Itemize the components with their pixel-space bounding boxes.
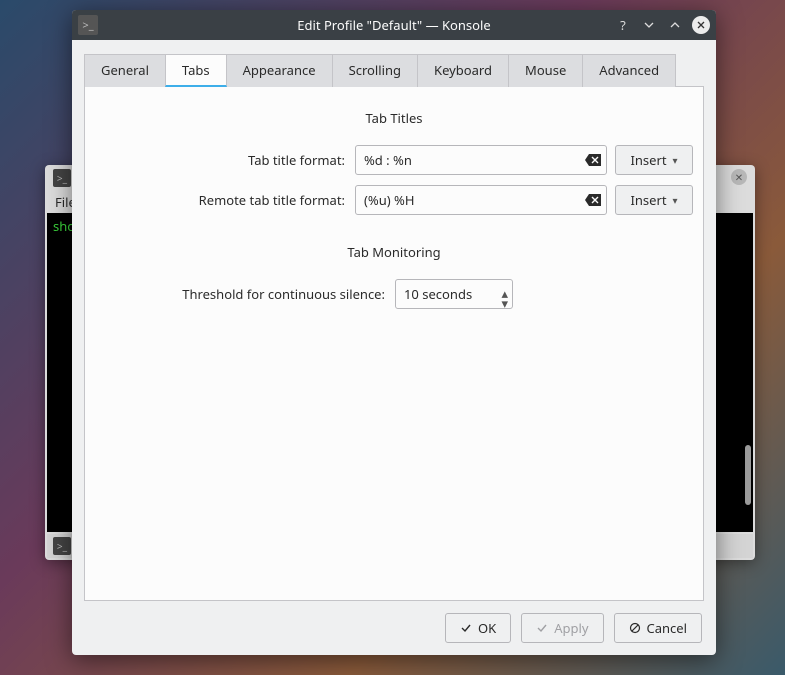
chevron-down-icon: ▾ bbox=[673, 153, 678, 167]
section-title-tab-monitoring: Tab Monitoring bbox=[95, 243, 693, 261]
row-remote-tab-title-format: Remote tab title format: Insert ▾ bbox=[95, 185, 693, 215]
tab-mouse[interactable]: Mouse bbox=[508, 54, 583, 87]
check-icon bbox=[460, 622, 472, 634]
dialog-tabbar: General Tabs Appearance Scrolling Keyboa… bbox=[72, 40, 716, 87]
backspace-icon bbox=[585, 194, 601, 206]
row-silence-threshold: Threshold for continuous silence: 10 sec… bbox=[95, 279, 693, 309]
spinbox-arrows: ▴ ▾ bbox=[501, 284, 508, 304]
insert-remote-tab-title-button[interactable]: Insert ▾ bbox=[615, 185, 693, 215]
tab-title-format-input[interactable] bbox=[355, 145, 607, 175]
spinbox-up-button[interactable]: ▴ bbox=[501, 284, 508, 294]
ok-button-label: OK bbox=[478, 619, 496, 637]
tab-title-format-input-wrap bbox=[355, 145, 607, 175]
silence-threshold-value: 10 seconds bbox=[404, 285, 501, 303]
dialog-titlebar[interactable]: >_ Edit Profile "Default" — Konsole ? bbox=[72, 10, 716, 40]
tab-advanced[interactable]: Advanced bbox=[582, 54, 676, 87]
help-button[interactable]: ? bbox=[614, 16, 632, 34]
tabbar-filler bbox=[675, 54, 704, 87]
terminal-icon: >_ bbox=[53, 169, 71, 187]
minimize-button[interactable] bbox=[640, 16, 658, 34]
bg-terminal-scrollbar[interactable] bbox=[745, 445, 751, 505]
terminal-tab-icon[interactable]: >_ bbox=[53, 537, 71, 555]
tab-keyboard[interactable]: Keyboard bbox=[417, 54, 509, 87]
tab-panel-tabs: Tab Titles Tab title format: Insert ▾ Re… bbox=[84, 87, 704, 601]
dialog-button-row: OK Apply Cancel bbox=[72, 601, 716, 655]
tab-general[interactable]: General bbox=[84, 54, 166, 87]
edit-profile-dialog: >_ Edit Profile "Default" — Konsole ? Ge… bbox=[72, 10, 716, 655]
insert-tab-title-button[interactable]: Insert ▾ bbox=[615, 145, 693, 175]
cancel-icon bbox=[629, 622, 641, 634]
cancel-button[interactable]: Cancel bbox=[614, 613, 702, 643]
insert-button-label: Insert bbox=[630, 151, 666, 169]
tab-appearance[interactable]: Appearance bbox=[226, 54, 333, 87]
spinbox-down-button[interactable]: ▾ bbox=[501, 294, 508, 304]
ok-button[interactable]: OK bbox=[445, 613, 511, 643]
section-title-tab-titles: Tab Titles bbox=[95, 109, 693, 127]
maximize-button[interactable] bbox=[666, 16, 684, 34]
label-remote-tab-title-format: Remote tab title format: bbox=[95, 191, 355, 209]
bg-terminal-close-button[interactable]: ✕ bbox=[731, 169, 747, 185]
remote-tab-title-format-input[interactable] bbox=[355, 185, 607, 215]
terminal-icon: >_ bbox=[78, 15, 98, 35]
apply-button: Apply bbox=[521, 613, 603, 643]
cancel-button-label: Cancel bbox=[647, 619, 687, 637]
apply-button-label: Apply bbox=[554, 619, 588, 637]
check-icon bbox=[536, 622, 548, 634]
remote-tab-title-format-input-wrap bbox=[355, 185, 607, 215]
clear-tab-title-button[interactable] bbox=[583, 150, 603, 170]
backspace-icon bbox=[585, 154, 601, 166]
row-tab-title-format: Tab title format: Insert ▾ bbox=[95, 145, 693, 175]
chevron-down-icon: ▾ bbox=[673, 193, 678, 207]
silence-threshold-spinbox[interactable]: 10 seconds ▴ ▾ bbox=[395, 279, 513, 309]
insert-button-label: Insert bbox=[630, 191, 666, 209]
tab-tabs[interactable]: Tabs bbox=[165, 54, 227, 87]
label-silence-threshold: Threshold for continuous silence: bbox=[95, 285, 395, 303]
clear-remote-tab-title-button[interactable] bbox=[583, 190, 603, 210]
label-tab-title-format: Tab title format: bbox=[95, 151, 355, 169]
tab-scrolling[interactable]: Scrolling bbox=[332, 54, 418, 87]
close-button[interactable] bbox=[692, 16, 710, 34]
